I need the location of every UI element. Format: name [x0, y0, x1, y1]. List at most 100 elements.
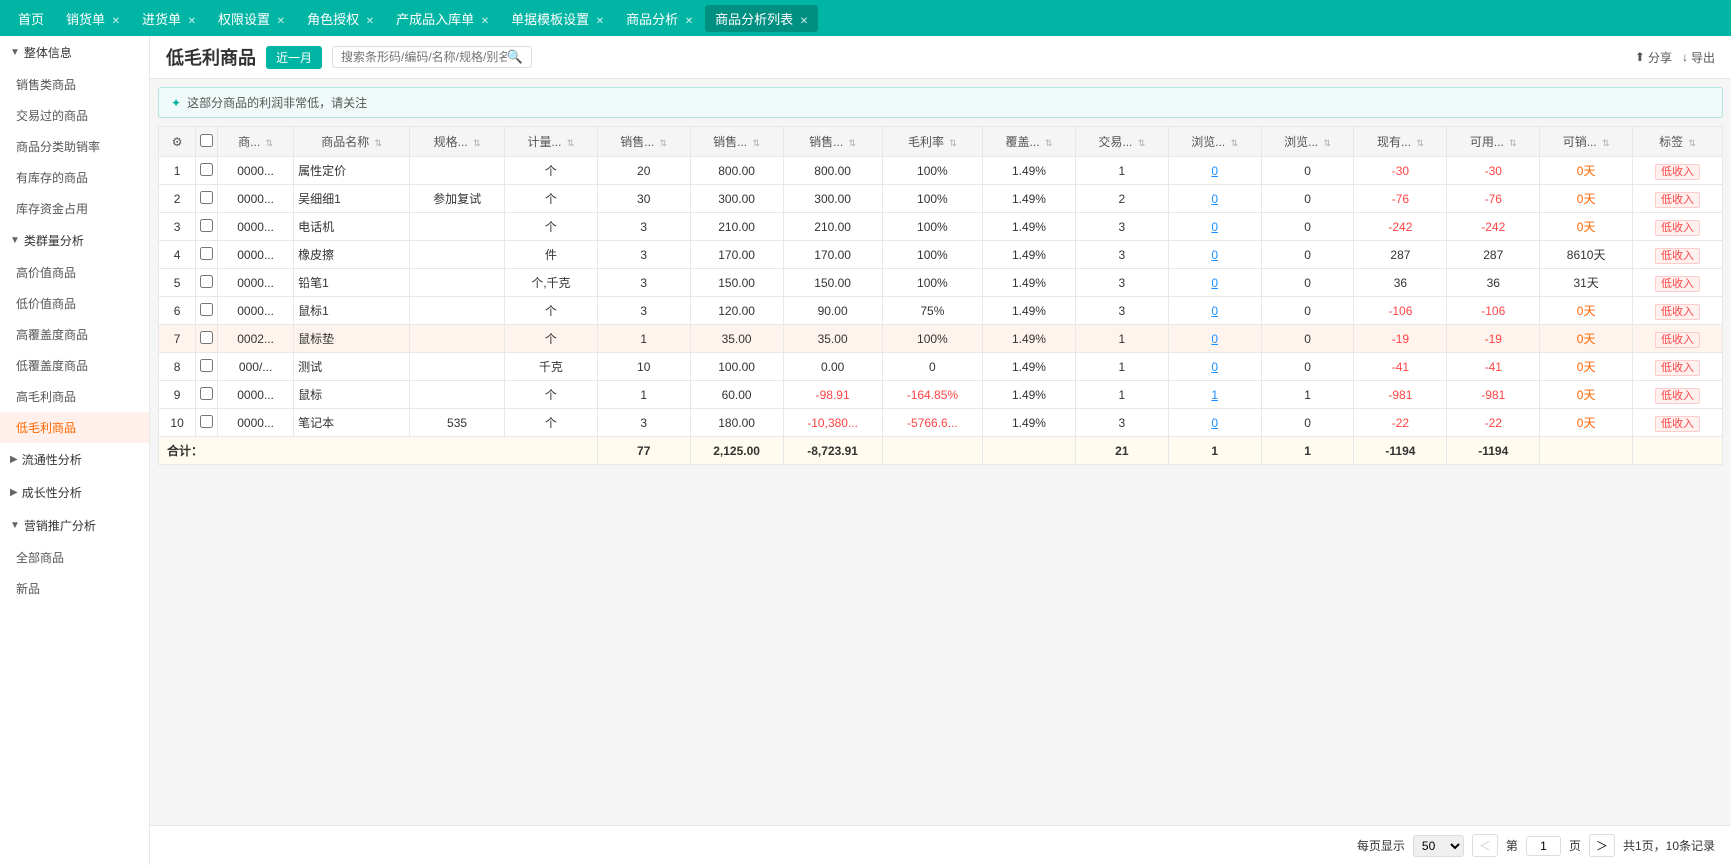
col-current-stock[interactable]: 现有... ⇅ [1354, 127, 1447, 157]
sidebar-item-high-margin[interactable]: 高毛利商品 [0, 381, 149, 412]
sidebar-item-category-assist[interactable]: 商品分类助销率 [0, 131, 149, 162]
col-sales-qty[interactable]: 销售... ⇅ [597, 127, 690, 157]
row-views1[interactable]: 0 [1168, 269, 1261, 297]
row-select-checkbox[interactable] [200, 359, 213, 372]
select-all-checkbox[interactable] [200, 134, 213, 147]
col-saleable-days[interactable]: 可销... ⇅ [1540, 127, 1633, 157]
nav-close-template[interactable]: ✕ [596, 16, 604, 27]
row-views1[interactable]: 0 [1168, 185, 1261, 213]
sidebar-item-high-value[interactable]: 高价值商品 [0, 257, 149, 288]
row-select-checkbox[interactable] [200, 247, 213, 260]
row-checkbox[interactable] [196, 185, 218, 213]
time-filter-button[interactable]: 近一月 [266, 46, 322, 69]
nav-purchase[interactable]: 进货单 ✕ [132, 5, 206, 32]
row-select-checkbox[interactable] [200, 415, 213, 428]
per-page-select[interactable]: 50 100 200 [1413, 835, 1464, 857]
row-select-checkbox[interactable] [200, 387, 213, 400]
sidebar-item-traded-goods[interactable]: 交易过的商品 [0, 100, 149, 131]
sidebar-item-stock-funds[interactable]: 库存资金占用 [0, 193, 149, 224]
sidebar-group-growth[interactable]: ▶ 成长性分析 [0, 476, 149, 509]
col-available-stock[interactable]: 可用... ⇅ [1447, 127, 1540, 157]
sidebar-item-stock-goods[interactable]: 有库存的商品 [0, 162, 149, 193]
row-views1[interactable]: 0 [1168, 353, 1261, 381]
row-current-stock: -22 [1354, 409, 1447, 437]
export-button[interactable]: ↓ 导出 [1682, 49, 1715, 66]
page-input[interactable] [1526, 836, 1561, 856]
col-spec[interactable]: 规格... ⇅ [410, 127, 505, 157]
row-select-checkbox[interactable] [200, 303, 213, 316]
sidebar-group-flow[interactable]: ▶ 流通性分析 [0, 443, 149, 476]
nav-close-purchase[interactable]: ✕ [188, 16, 196, 27]
sidebar-item-all-goods[interactable]: 全部商品 [0, 542, 149, 573]
sidebar-group-overall[interactable]: ▼ 整体信息 [0, 36, 149, 69]
nav-close-permission[interactable]: ✕ [277, 16, 285, 27]
col-views2[interactable]: 浏览... ⇅ [1261, 127, 1354, 157]
nav-close-product-in[interactable]: ✕ [481, 16, 489, 27]
row-views1[interactable]: 0 [1168, 297, 1261, 325]
col-views1[interactable]: 浏览... ⇅ [1168, 127, 1261, 157]
share-button[interactable]: ⬆ 分享 [1635, 49, 1672, 66]
row-views1[interactable]: 0 [1168, 409, 1261, 437]
sidebar-item-low-value[interactable]: 低价值商品 [0, 288, 149, 319]
col-tag[interactable]: 标签 ⇅ [1633, 127, 1723, 157]
nav-template[interactable]: 单据模板设置 ✕ [501, 5, 614, 32]
row-checkbox[interactable] [196, 353, 218, 381]
nav-permission[interactable]: 权限设置 ✕ [208, 5, 295, 32]
sidebar-group-marketing[interactable]: ▼ 营销推广分析 [0, 509, 149, 542]
sidebar-item-low-coverage[interactable]: 低覆盖度商品 [0, 350, 149, 381]
row-select-checkbox[interactable] [200, 163, 213, 176]
row-current-stock: -19 [1354, 325, 1447, 353]
row-checkbox[interactable] [196, 241, 218, 269]
row-views1[interactable]: 0 [1168, 157, 1261, 185]
row-views1[interactable]: 0 [1168, 241, 1261, 269]
row-views1[interactable]: 0 [1168, 213, 1261, 241]
nav-sales[interactable]: 销货单 ✕ [56, 5, 130, 32]
row-checkbox[interactable] [196, 381, 218, 409]
row-checkbox[interactable] [196, 213, 218, 241]
col-sales-amount[interactable]: 销售... ⇅ [690, 127, 783, 157]
sidebar-item-new-goods[interactable]: 新品 [0, 573, 149, 604]
row-checkbox[interactable] [196, 269, 218, 297]
row-available-stock: -30 [1447, 157, 1540, 185]
table-container[interactable]: ⚙ 商... ⇅ 商品名称 ⇅ 规格... ⇅ 计量... ⇅ 销售... ⇅ … [150, 126, 1731, 825]
sidebar-item-high-coverage[interactable]: 高覆盖度商品 [0, 319, 149, 350]
settings-icon[interactable]: ⚙ [172, 135, 183, 149]
nav-home[interactable]: 首页 [8, 5, 54, 32]
row-checkbox[interactable] [196, 297, 218, 325]
col-sales-profit[interactable]: 销售... ⇅ [783, 127, 882, 157]
nav-close-role[interactable]: ✕ [366, 16, 374, 27]
row-select-checkbox[interactable] [200, 331, 213, 344]
row-select-checkbox[interactable] [200, 275, 213, 288]
row-views1[interactable]: 0 [1168, 325, 1261, 353]
col-code[interactable]: 商... ⇅ [218, 127, 294, 157]
col-settings[interactable]: ⚙ [159, 127, 196, 157]
row-select-checkbox[interactable] [200, 219, 213, 232]
nav-close-sales[interactable]: ✕ [112, 16, 120, 27]
row-coverage: 1.49% [983, 297, 1076, 325]
search-icon[interactable]: 🔍 [507, 49, 523, 65]
nav-goods-analysis-list[interactable]: 商品分析列表 ✕ [705, 5, 818, 32]
sidebar-item-sales-goods[interactable]: 销售类商品 [0, 69, 149, 100]
row-checkbox[interactable] [196, 157, 218, 185]
col-unit[interactable]: 计量... ⇅ [504, 127, 597, 157]
col-coverage[interactable]: 覆盖... ⇅ [983, 127, 1076, 157]
search-input[interactable] [341, 50, 507, 64]
col-gross-rate[interactable]: 毛利率 ⇅ [882, 127, 982, 157]
row-checkbox[interactable] [196, 409, 218, 437]
nav-close-goods-analysis[interactable]: ✕ [685, 16, 693, 27]
sidebar-item-low-margin[interactable]: 低毛利商品 [0, 412, 149, 443]
nav-role[interactable]: 角色授权 ✕ [297, 5, 384, 32]
row-views2: 0 [1261, 269, 1354, 297]
col-name[interactable]: 商品名称 ⇅ [294, 127, 410, 157]
nav-close-goods-analysis-list[interactable]: ✕ [800, 16, 808, 27]
sidebar-group-cluster[interactable]: ▼ 类群量分析 [0, 224, 149, 257]
nav-goods-analysis[interactable]: 商品分析 ✕ [616, 5, 703, 32]
nav-product-in[interactable]: 产成品入库单 ✕ [386, 5, 499, 32]
row-checkbox[interactable] [196, 325, 218, 353]
next-page-button[interactable]: ＞ [1589, 834, 1615, 857]
prev-page-button[interactable]: ＜ [1472, 834, 1498, 857]
row-views1[interactable]: 1 [1168, 381, 1261, 409]
col-trade-count[interactable]: 交易... ⇅ [1075, 127, 1168, 157]
search-box[interactable]: 🔍 [332, 46, 532, 68]
row-select-checkbox[interactable] [200, 191, 213, 204]
